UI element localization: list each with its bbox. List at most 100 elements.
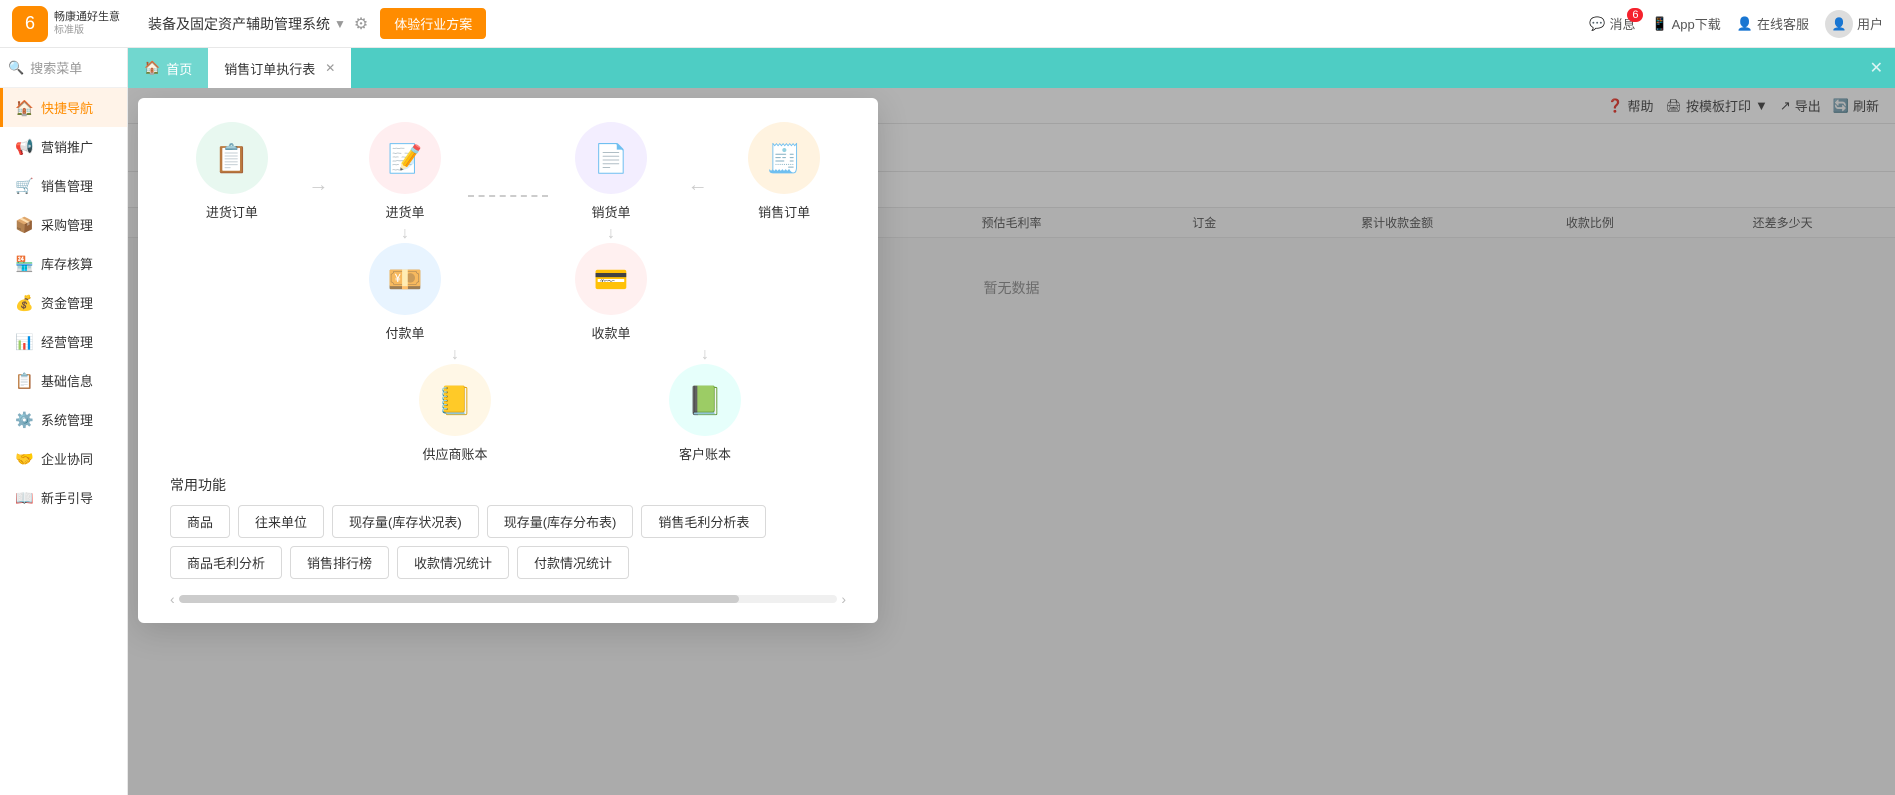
sidebar-item-label: 营销推广: [41, 137, 93, 156]
quick-btn-销售排行榜[interactable]: 销售排行榜: [290, 546, 389, 579]
sidebar-item-sys-mgmt[interactable]: ⚙️ 系统管理: [0, 400, 127, 439]
sidebar-item-label: 经营管理: [41, 332, 93, 351]
inventory-icon: 🏪: [15, 255, 33, 273]
flow-node-sales-bill[interactable]: 📄 销货单: [549, 122, 673, 221]
sidebar-item-label: 快捷导航: [41, 98, 93, 117]
app-download-button[interactable]: 📱 App下载: [1651, 14, 1720, 33]
sales-order-label: 销售订单: [758, 202, 810, 221]
quick-btn-商品毛利分析[interactable]: 商品毛利分析: [170, 546, 282, 579]
receipt-label: 收款单: [592, 323, 631, 342]
user-avatar: 👤: [1825, 10, 1853, 38]
sidebar-search[interactable]: 🔍 搜索菜单: [0, 48, 127, 88]
message-badge: 6: [1627, 8, 1643, 22]
quick-btn-付款情况统计[interactable]: 付款情况统计: [517, 546, 629, 579]
sidebar-item-marketing[interactable]: 📢 营销推广: [0, 127, 127, 166]
scrollbar-track[interactable]: [179, 595, 838, 603]
modal-overlay[interactable]: 📋 进货订单 → 📝: [128, 88, 1895, 795]
search-icon: 🔍: [8, 60, 24, 76]
flow-node-supplier-ledger[interactable]: 📒 供应商账本: [380, 364, 530, 463]
flow-node-payment[interactable]: 💴 付款单: [343, 243, 467, 342]
sidebar-item-label: 企业协同: [41, 449, 93, 468]
close-all-tabs-icon[interactable]: ✕: [1870, 58, 1883, 78]
sales-bill-label: 销货单: [592, 202, 631, 221]
sidebar-item-operations[interactable]: 📊 经营管理: [0, 322, 127, 361]
flow-node-purchase-order[interactable]: 📋 进货订单: [170, 122, 294, 221]
operations-icon: 📊: [15, 333, 33, 351]
quick-nav-icon: 🏠: [15, 99, 33, 117]
sidebar-item-label: 销售管理: [41, 176, 93, 195]
tab-close-icon[interactable]: ✕: [325, 61, 335, 75]
flow-node-purchase-bill[interactable]: 📝 进货单: [343, 122, 467, 221]
sidebar-item-guide[interactable]: 📖 新手引导: [0, 478, 127, 517]
service-icon: 👤: [1737, 16, 1753, 32]
supplier-ledger-icon: 📒: [419, 364, 491, 436]
sidebar-item-basic-info[interactable]: 📋基础信息: [0, 361, 127, 400]
sales-icon: 🛒: [15, 177, 33, 195]
scroll-left-btn[interactable]: ‹: [170, 591, 175, 607]
flow-node-customer-ledger[interactable]: 📗 客户账本: [630, 364, 780, 463]
system-name: 装备及固定资产辅助管理系统 ▼: [148, 14, 346, 34]
sidebar-item-label: 基础信息: [41, 371, 93, 390]
sidebar-item-label: 采购管理: [41, 215, 93, 234]
quick-functions: 常用功能 商品往来单位现存量(库存状况表)现存量(库存分布表)销售毛利分析表商品…: [170, 475, 846, 579]
system-dropdown-icon[interactable]: ▼: [334, 17, 346, 31]
flow-modal: 📋 进货订单 → 📝: [138, 98, 878, 623]
flow-node-receipt[interactable]: 💳 收款单: [549, 243, 673, 342]
purchase-bill-label: 进货单: [385, 202, 424, 221]
guide-icon: 📖: [15, 489, 33, 507]
customer-ledger-icon: 📗: [669, 364, 741, 436]
quick-btn-收款情况统计[interactable]: 收款情况统计: [397, 546, 509, 579]
sales-order-icon: 🧾: [748, 122, 820, 194]
sidebar-item-label: 新手引导: [41, 488, 93, 507]
tab-home[interactable]: 🏠 首页: [128, 48, 208, 88]
customer-ledger-label: 客户账本: [679, 444, 731, 463]
enterprise-icon: 🤝: [15, 450, 33, 468]
sales-bill-icon: 📄: [575, 122, 647, 194]
sidebar-item-label: 库存核算: [41, 254, 93, 273]
purchase-bill-icon: 📝: [369, 122, 441, 194]
quick-btn-现存量(库存分布表)[interactable]: 现存量(库存分布表): [487, 505, 634, 538]
quick-functions-title: 常用功能: [170, 475, 846, 495]
logo-text: 畅康通好生意 标准版: [54, 10, 120, 37]
arrow-so-sb: ←: [673, 174, 722, 221]
app-logo: 6: [12, 6, 48, 42]
download-icon: 📱: [1651, 16, 1667, 32]
sidebar-item-quick-nav[interactable]: 🏠 快捷导航: [0, 88, 127, 127]
arrow-down-pay: ↓: [380, 346, 530, 364]
modal-scrollbar-area[interactable]: ‹ ›: [170, 591, 846, 607]
home-icon: 🏠: [144, 60, 160, 76]
scrollbar-thumb[interactable]: [179, 595, 739, 603]
receipt-icon: 💳: [575, 243, 647, 315]
sidebar-item-purchase[interactable]: 📦 采购管理: [0, 205, 127, 244]
sidebar-item-label: 资金管理: [41, 293, 93, 312]
tab-sales-order[interactable]: 销售订单执行表 ✕: [208, 48, 351, 88]
scroll-right-btn[interactable]: ›: [841, 591, 846, 607]
flow-node-sales-order[interactable]: 🧾 销售订单: [722, 122, 846, 221]
sidebar-item-label: 系统管理: [41, 410, 93, 429]
user-menu[interactable]: 👤 用户: [1825, 10, 1883, 38]
sidebar-item-enterprise[interactable]: 🤝 企业协同: [0, 439, 127, 478]
sidebar-item-inventory[interactable]: 🏪 库存核算: [0, 244, 127, 283]
quick-btn-往来单位[interactable]: 往来单位: [238, 505, 324, 538]
message-button[interactable]: 💬 消息 6: [1589, 14, 1635, 33]
purchase-icon: 📦: [15, 216, 33, 234]
supplier-ledger-label: 供应商账本: [422, 444, 487, 463]
purchase-order-icon: 📋: [196, 122, 268, 194]
message-icon: 💬: [1589, 16, 1605, 32]
arrow-po-pb: →: [294, 174, 343, 221]
arrow-down-rec: ↓: [630, 346, 780, 364]
quick-btn-销售毛利分析表[interactable]: 销售毛利分析表: [641, 505, 766, 538]
finance-icon: 💰: [15, 294, 33, 312]
sidebar-item-finance[interactable]: 💰 资金管理: [0, 283, 127, 322]
quick-btn-现存量(库存状况表)[interactable]: 现存量(库存状况表): [332, 505, 479, 538]
quick-btn-商品[interactable]: 商品: [170, 505, 230, 538]
payment-label: 付款单: [385, 323, 424, 342]
trial-button[interactable]: 体验行业方案: [380, 8, 486, 39]
sys-mgmt-icon: ⚙️: [15, 411, 33, 429]
purchase-order-label: 进货订单: [206, 202, 258, 221]
online-service-button[interactable]: 👤 在线客服: [1737, 14, 1809, 33]
arrow-down-pb: ↓: [343, 225, 467, 243]
marketing-icon: 📢: [15, 138, 33, 156]
sidebar-item-sales[interactable]: 🛒 销售管理: [0, 166, 127, 205]
settings-icon[interactable]: ⚙: [354, 14, 368, 34]
